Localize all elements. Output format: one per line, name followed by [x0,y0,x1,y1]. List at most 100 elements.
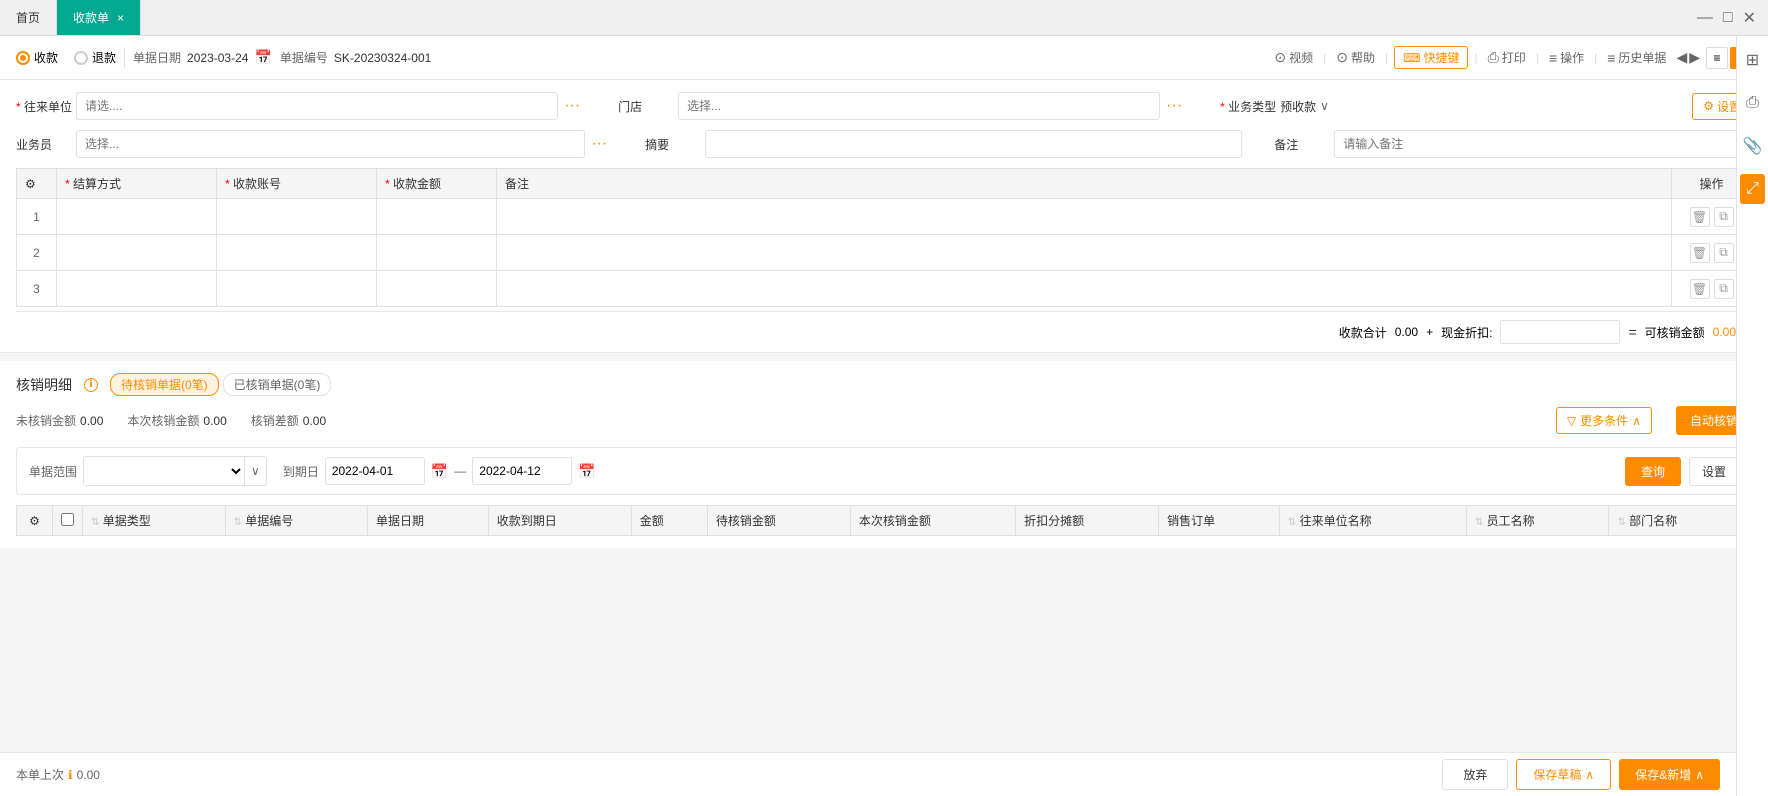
sidebar-table-icon[interactable]: ⊞ [1740,44,1765,76]
vtable-header-gear[interactable]: ⚙ [17,506,53,536]
discount-input[interactable] [1500,320,1620,344]
row-2-copy-btn[interactable]: ⧉ [1714,243,1734,263]
sidebar-attach-icon[interactable]: 📎 [1737,130,1768,162]
row-2-amount[interactable] [377,235,497,271]
shortcut-button[interactable]: ⌨ 快捷键 [1394,46,1468,69]
maximize-button[interactable]: □ [1723,9,1733,27]
abandon-button[interactable]: 放弃 [1442,759,1508,790]
nav-prev[interactable]: ◀ [1676,49,1687,66]
tab-home[interactable]: 首页 [0,0,57,35]
video-label: 视频 [1289,49,1313,66]
filter-row: 单据范围 ∨ 到期日 📅 — 📅 查询 设置 [16,447,1752,495]
tab-home-label: 首页 [16,9,40,26]
sidebar-expand-icon[interactable]: ⤢ [1740,174,1765,204]
row-2-remark[interactable] [497,235,1672,271]
row-2-account[interactable] [217,235,377,271]
video-action[interactable]: ⊙ 视频 [1270,49,1317,66]
main-toolbar: 收款 退款 单据日期 2023-03-24 📅 单据编号 SK-20230324… [0,36,1768,80]
operate-action[interactable]: ≡ 操作 [1545,49,1588,66]
store-more[interactable]: ··· [1160,97,1188,115]
print-action[interactable]: ⎙ 打印 [1484,49,1530,66]
table-header-gear[interactable]: ⚙ [17,169,57,199]
range-select[interactable] [84,457,244,485]
store-input[interactable] [678,92,1160,120]
row-3-delete-btn[interactable]: 🗑 [1690,279,1710,299]
refund-radio[interactable]: 退款 [74,49,116,66]
cal-to-icon[interactable]: 📅 [578,463,595,480]
row-2-delete-btn[interactable]: 🗑 [1690,243,1710,263]
due-date-to-input[interactable] [472,457,572,485]
tab-receipt-close[interactable]: × [117,11,124,25]
save-new-button[interactable]: 保存&新增 ∧ [1619,759,1720,790]
date-range-sep: — [454,464,466,478]
vtable-header-counterparty: ⇅ 往来单位名称 [1279,506,1466,536]
done-tab[interactable]: 已核销单据(0笔) [223,373,332,396]
toolbar-actions: ⊙ 视频 | ⊙ 帮助 | ⌨ 快捷键 | ⎙ 打印 | ≡ 操作 | ≡ 历史… [1270,46,1752,69]
shortcut-label: 快捷键 [1423,49,1459,66]
summary-field: 摘要 [645,130,1242,158]
number-value: SK-20230324-001 [334,51,431,65]
list-view-btn[interactable]: ≡ [1706,47,1728,69]
row-1-delete-btn[interactable]: 🗑 [1690,207,1710,227]
settings-icon: ⚙ [1703,99,1714,113]
row-3-remark[interactable] [497,271,1672,307]
history-action[interactable]: ≡ 历史单据 [1603,49,1670,66]
total-value: 0.00 [1395,325,1418,339]
vtable-select-all[interactable] [61,513,74,526]
salesrep-input[interactable] [76,130,585,158]
minimize-button[interactable]: — [1697,9,1713,27]
sidebar-print-icon[interactable]: ⎙ [1740,88,1765,118]
due-date-from-input[interactable] [325,457,425,485]
row-3-account[interactable] [217,271,377,307]
counterparty-more[interactable]: ··· [558,97,586,115]
number-field: 单据编号 SK-20230324-001 [280,49,431,66]
diff-label: 核销差额 [251,412,299,429]
history-icon: ≡ [1607,50,1615,66]
row-1-remark[interactable] [497,199,1672,235]
salesrep-more[interactable]: ··· [585,135,613,153]
tab-receipt[interactable]: 收款单 × [57,0,141,35]
business-type-label: 业务类型 [1220,98,1280,115]
more-conditions-btn[interactable]: ▽ 更多条件 ∧ [1556,407,1652,434]
filter-settings-button[interactable]: 设置 [1689,457,1739,486]
vtable-header-date: 单据日期 [368,506,489,536]
help-action[interactable]: ⊙ 帮助 [1332,49,1379,66]
row-3-settle[interactable] [57,271,217,307]
range-filter: 单据范围 ∨ [29,456,267,486]
query-button[interactable]: 查询 [1625,457,1681,486]
counterparty-input[interactable] [76,92,558,120]
due-date-label: 到期日 [283,463,319,480]
row-1-account[interactable] [217,199,377,235]
summary-input[interactable] [705,130,1242,158]
receipt-table: ⚙ * 结算方式 * 收款账号 * 收款金额 备注 操作 [16,168,1752,307]
summary-row: 收款合计 0.00 + 现金折扣: = 可核销金额 0.00 [16,311,1752,352]
save-draft-button[interactable]: 保存草稿 ∧ [1516,759,1611,790]
row-3-copy-btn[interactable]: ⧉ [1714,279,1734,299]
remark-input[interactable] [1334,130,1752,158]
date-field: 单据日期 2023-03-24 📅 [133,49,272,66]
row-num-3: 3 [17,271,57,307]
nav-next[interactable]: ▶ [1689,49,1700,66]
pending-tab[interactable]: 待核销单据(0笔) [110,373,219,396]
remark-field: 备注 [1274,130,1752,158]
save-draft-arrow: ∧ [1585,768,1594,782]
table-row: 2 🗑 ⧉ [17,235,1752,271]
row-2-settle[interactable] [57,235,217,271]
receipt-radio[interactable]: 收款 [16,49,58,66]
bottom-info-icon[interactable]: ℹ [68,768,73,782]
row-1-copy-btn[interactable]: ⧉ [1714,207,1734,227]
vtable-header-amount: 金额 [631,506,707,536]
business-type-arrow[interactable]: ∨ [1320,99,1329,113]
close-button[interactable]: ✕ [1743,8,1756,28]
calendar-icon[interactable]: 📅 [254,49,271,66]
receipt-radio-label: 收款 [34,49,58,66]
right-sidebar: ⊞ ⎙ 📎 ⤢ [1736,36,1768,796]
cal-from-icon[interactable]: 📅 [431,463,448,480]
bottom-bar: 本单上次 ℹ 0.00 放弃 保存草稿 ∧ 保存&新增 ∧ [0,752,1736,796]
verification-info-icon[interactable]: ℹ [84,378,98,392]
form-section: 往来单位 ··· 门店 ··· 业务类型 预收款 ∨ ⚙ 设置 业务员 [0,80,1768,353]
row-1-amount[interactable] [377,199,497,235]
row-1-settle[interactable] [57,199,217,235]
range-arrow[interactable]: ∨ [244,457,266,485]
row-3-amount[interactable] [377,271,497,307]
